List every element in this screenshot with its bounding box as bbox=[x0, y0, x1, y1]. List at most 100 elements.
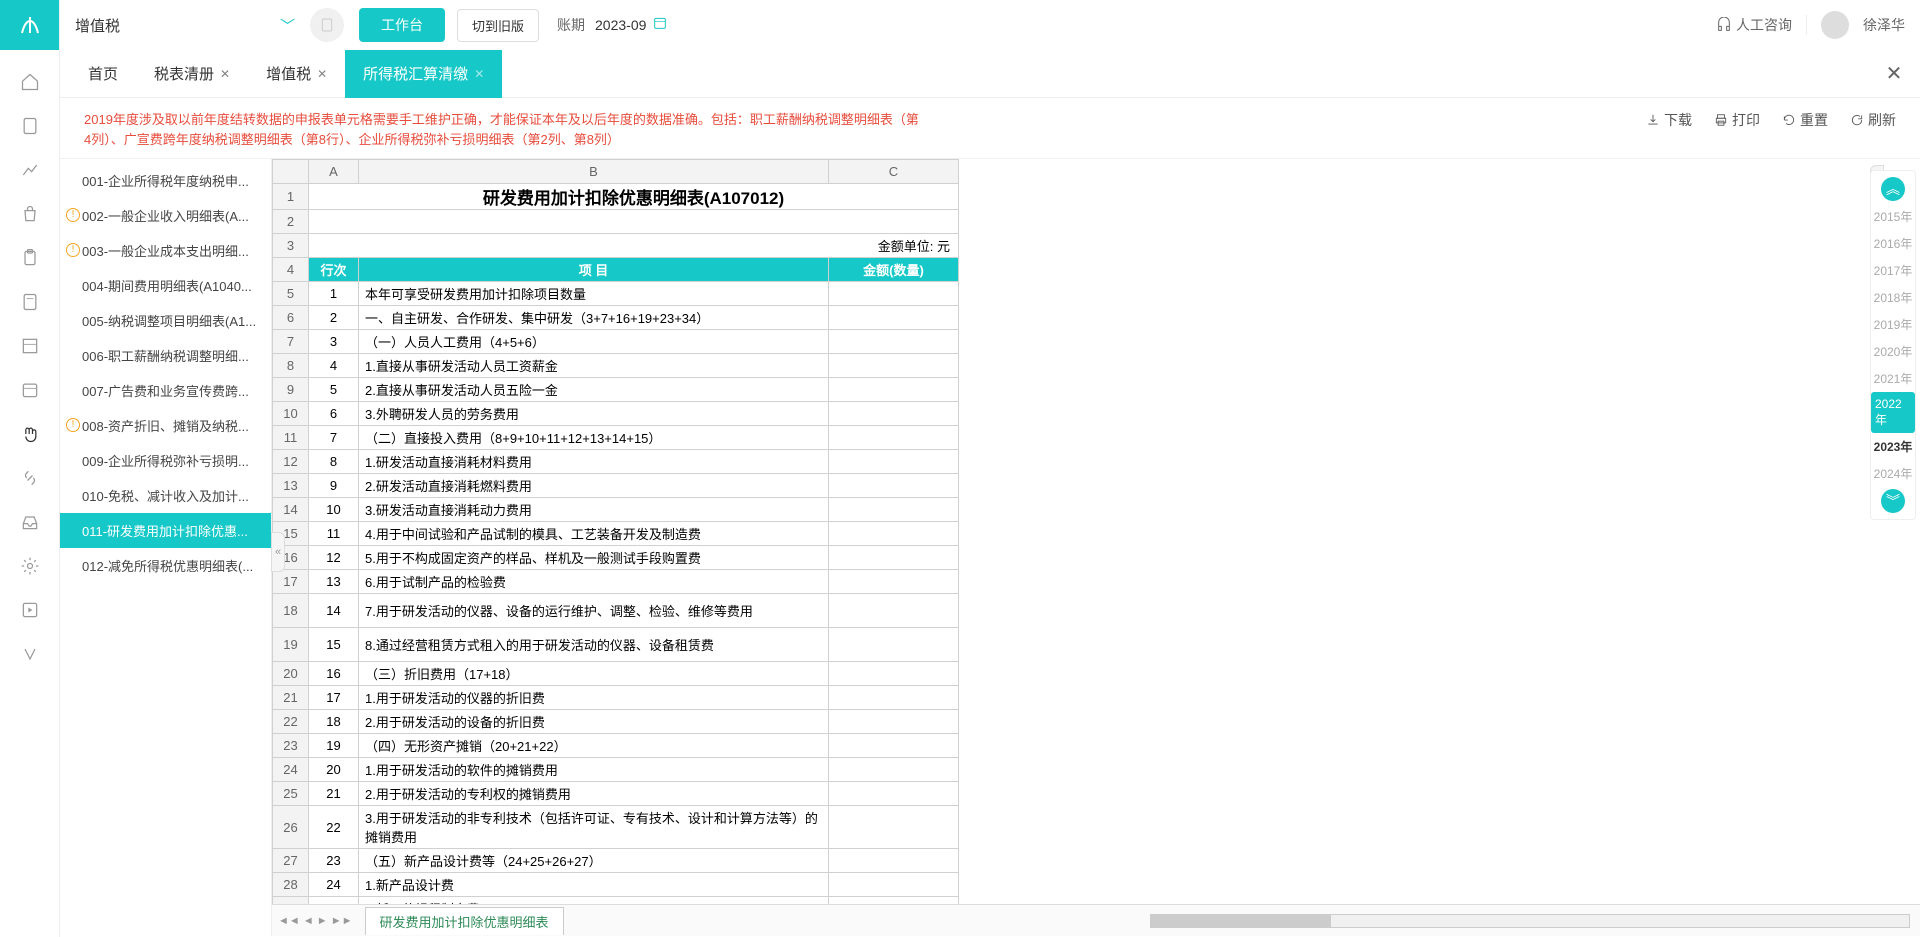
cell-item[interactable]: （三）折旧费用（17+18） bbox=[359, 662, 829, 686]
cell-item[interactable]: 2.直接从事研发活动人员五险一金 bbox=[359, 378, 829, 402]
calendar-icon[interactable] bbox=[652, 15, 668, 36]
sheet-title[interactable]: 研发费用加计扣除优惠明细表(A107012) bbox=[309, 184, 959, 210]
row-header[interactable]: 21 bbox=[273, 686, 309, 710]
cell-rownum[interactable]: 13 bbox=[309, 570, 359, 594]
row-header[interactable]: 12 bbox=[273, 450, 309, 474]
unit-cell[interactable]: 金额单位: 元 bbox=[309, 234, 959, 258]
form-list-item[interactable]: 006-职工薪酬纳税调整明细... bbox=[60, 338, 271, 373]
cell-item[interactable]: （一）人员人工费用（4+5+6） bbox=[359, 330, 829, 354]
row-header[interactable]: 10 bbox=[273, 402, 309, 426]
collapse-sidebar-handle[interactable]: « bbox=[271, 532, 285, 572]
cell-item[interactable]: 7.用于研发活动的仪器、设备的运行维护、调整、检验、维修等费用 bbox=[359, 594, 829, 628]
cell-item[interactable]: 2.研发活动直接消耗燃料费用 bbox=[359, 474, 829, 498]
row-header[interactable]: 29 bbox=[273, 897, 309, 905]
cell-rownum[interactable]: 6 bbox=[309, 402, 359, 426]
consult-link[interactable]: 人工咨询 bbox=[1716, 15, 1792, 35]
user-name[interactable]: 徐泽华 bbox=[1863, 15, 1905, 35]
cell-rownum[interactable]: 12 bbox=[309, 546, 359, 570]
cell-amount[interactable] bbox=[829, 686, 959, 710]
cell-rownum[interactable]: 22 bbox=[309, 806, 359, 849]
app-logo[interactable] bbox=[0, 0, 59, 50]
tab-首页[interactable]: 首页 bbox=[70, 50, 136, 98]
header-item[interactable]: 项 目 bbox=[359, 258, 829, 282]
cell-amount[interactable] bbox=[829, 522, 959, 546]
period-value[interactable]: 2023-09 bbox=[595, 17, 646, 33]
year-option[interactable]: 2016年 bbox=[1874, 230, 1913, 257]
tab-所得税汇算清缴[interactable]: 所得税汇算清缴✕ bbox=[345, 50, 502, 98]
col-header-C[interactable]: C bbox=[829, 160, 959, 184]
row-header[interactable]: 24 bbox=[273, 758, 309, 782]
cell-rownum[interactable]: 10 bbox=[309, 498, 359, 522]
user-avatar[interactable] bbox=[1821, 11, 1849, 39]
cell-amount[interactable] bbox=[829, 782, 959, 806]
cell-rownum[interactable]: 21 bbox=[309, 782, 359, 806]
nav-template-icon[interactable] bbox=[0, 324, 59, 368]
cell-rownum[interactable]: 1 bbox=[309, 282, 359, 306]
nav-bag-icon[interactable] bbox=[0, 192, 59, 236]
nav-hand-icon[interactable] bbox=[0, 412, 59, 456]
sheet-tab[interactable]: 研发费用加计扣除优惠明细表 bbox=[365, 907, 564, 935]
cell-rownum[interactable]: 4 bbox=[309, 354, 359, 378]
cell-item[interactable]: 3.研发活动直接消耗动力费用 bbox=[359, 498, 829, 522]
form-list-item[interactable]: 009-企业所得税弥补亏损明... bbox=[60, 443, 271, 478]
year-option[interactable]: 2023年 bbox=[1874, 433, 1913, 460]
cell-rownum[interactable]: 7 bbox=[309, 426, 359, 450]
cell-item[interactable]: （五）新产品设计费等（24+25+26+27） bbox=[359, 849, 829, 873]
cell-rownum[interactable]: 11 bbox=[309, 522, 359, 546]
row-header[interactable]: 5 bbox=[273, 282, 309, 306]
col-header-A[interactable]: A bbox=[309, 160, 359, 184]
row-header[interactable]: 11 bbox=[273, 426, 309, 450]
row-header[interactable]: 3 bbox=[273, 234, 309, 258]
year-option[interactable]: 2018年 bbox=[1874, 284, 1913, 311]
year-option[interactable]: 2019年 bbox=[1874, 311, 1913, 338]
year-option[interactable]: 2022年 bbox=[1871, 392, 1915, 433]
cell-item[interactable]: 2.用于研发活动的专利权的摊销费用 bbox=[359, 782, 829, 806]
cell-item[interactable]: 本年可享受研发费用加计扣除项目数量 bbox=[359, 282, 829, 306]
cell[interactable] bbox=[309, 210, 959, 234]
cell-amount[interactable] bbox=[829, 426, 959, 450]
cell-amount[interactable] bbox=[829, 474, 959, 498]
cell-amount[interactable] bbox=[829, 849, 959, 873]
cell-item[interactable]: 6.用于试制产品的检验费 bbox=[359, 570, 829, 594]
year-option[interactable]: 2021年 bbox=[1874, 365, 1913, 392]
cell-rownum[interactable]: 25 bbox=[309, 897, 359, 905]
year-option[interactable]: 2017年 bbox=[1874, 257, 1913, 284]
nav-chart-icon[interactable] bbox=[0, 148, 59, 192]
cell-rownum[interactable]: 18 bbox=[309, 710, 359, 734]
cell-item[interactable]: 1.直接从事研发活动人员工资薪金 bbox=[359, 354, 829, 378]
cell-item[interactable]: 8.通过经营租赁方式租入的用于研发活动的仪器、设备租赁费 bbox=[359, 628, 829, 662]
close-icon[interactable]: ✕ bbox=[317, 67, 327, 81]
note-icon[interactable] bbox=[310, 8, 344, 42]
cell-item[interactable]: 一、自主研发、合作研发、集中研发（3+7+16+19+23+34） bbox=[359, 306, 829, 330]
tab-税表清册[interactable]: 税表清册✕ bbox=[136, 50, 248, 98]
cell-rownum[interactable]: 2 bbox=[309, 306, 359, 330]
old-version-button[interactable]: 切到旧版 bbox=[457, 9, 539, 42]
tab-增值税[interactable]: 增值税✕ bbox=[248, 50, 345, 98]
cell-amount[interactable] bbox=[829, 402, 959, 426]
cell-rownum[interactable]: 15 bbox=[309, 628, 359, 662]
cell-rownum[interactable]: 17 bbox=[309, 686, 359, 710]
cell-amount[interactable] bbox=[829, 570, 959, 594]
reset-button[interactable]: 重置 bbox=[1782, 110, 1828, 130]
row-header[interactable]: 20 bbox=[273, 662, 309, 686]
header-amount[interactable]: 金额(数量) bbox=[829, 258, 959, 282]
form-list-item[interactable]: 008-资产折旧、摊销及纳税... bbox=[60, 408, 271, 443]
cell-rownum[interactable]: 8 bbox=[309, 450, 359, 474]
row-header[interactable]: 25 bbox=[273, 782, 309, 806]
nav-home-icon[interactable] bbox=[0, 60, 59, 104]
close-all-tabs[interactable]: ✕ bbox=[1878, 58, 1910, 90]
form-list-item[interactable]: 003-一般企业成本支出明细... bbox=[60, 233, 271, 268]
cell-amount[interactable] bbox=[829, 594, 959, 628]
cell-amount[interactable] bbox=[829, 734, 959, 758]
cell-item[interactable]: 4.用于中间试验和产品试制的模具、工艺装备开发及制造费 bbox=[359, 522, 829, 546]
cell-amount[interactable] bbox=[829, 282, 959, 306]
form-list-item[interactable]: 010-免税、减计收入及加计... bbox=[60, 478, 271, 513]
cell-rownum[interactable]: 3 bbox=[309, 330, 359, 354]
row-header[interactable]: 18 bbox=[273, 594, 309, 628]
header-rownum[interactable]: 行次 bbox=[309, 258, 359, 282]
form-list-item[interactable]: 011-研发费用加计扣除优惠... bbox=[60, 513, 271, 548]
nav-gear-icon[interactable] bbox=[0, 544, 59, 588]
cell-item[interactable]: 1.用于研发活动的软件的摊销费用 bbox=[359, 758, 829, 782]
cell-amount[interactable] bbox=[829, 546, 959, 570]
cell-rownum[interactable]: 20 bbox=[309, 758, 359, 782]
